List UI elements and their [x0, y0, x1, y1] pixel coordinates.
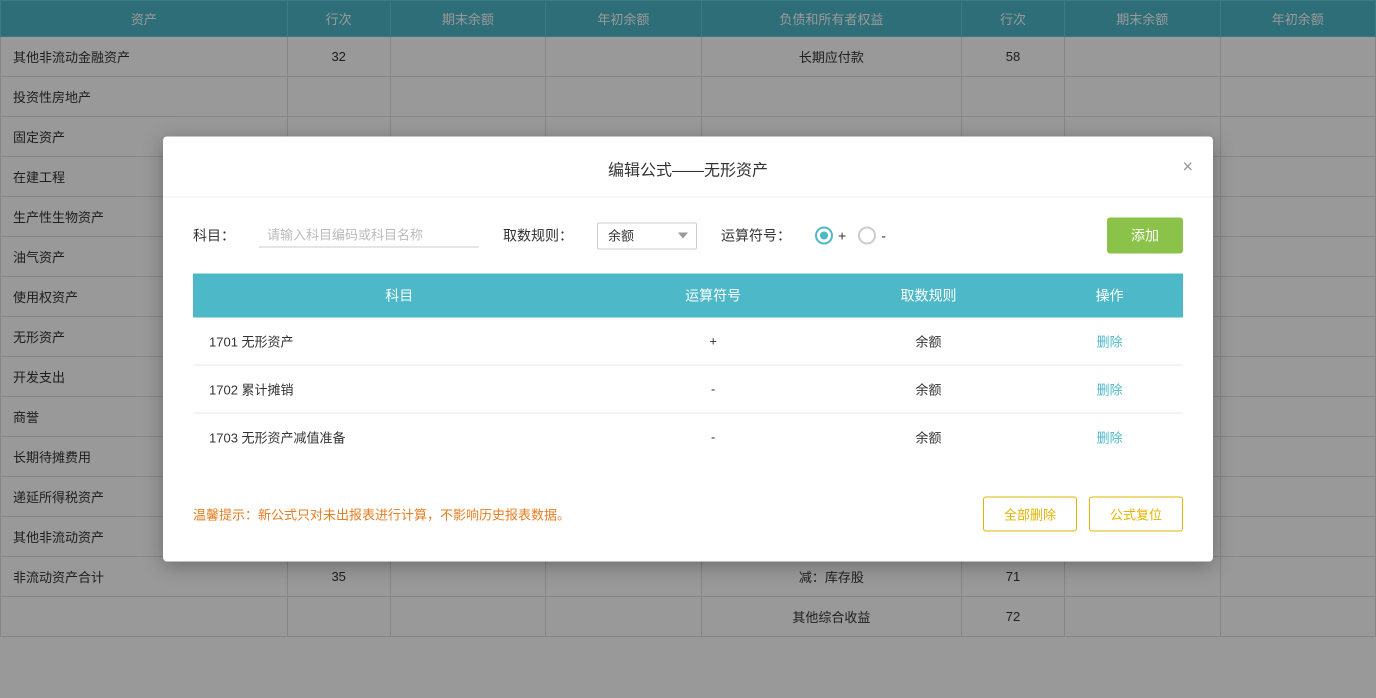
- reset-formula-button[interactable]: 公式复位: [1089, 497, 1183, 532]
- th-subject: 科目: [193, 274, 605, 318]
- formula-subject: 1701 无形资产: [193, 318, 605, 366]
- delete-link[interactable]: 删除: [1097, 431, 1123, 446]
- subject-label: 科目：: [193, 226, 235, 246]
- formula-rule: 余额: [821, 318, 1036, 366]
- operator-plus-radio-circle: [815, 227, 833, 245]
- formula-operator: +: [605, 318, 820, 366]
- formula-table-header-row: 科目 运算符号 取数规则 操作: [193, 274, 1183, 318]
- operator-minus-label: -: [881, 228, 886, 244]
- operator-minus-radio-circle: [858, 227, 876, 245]
- rule-label: 取数规则：: [503, 226, 573, 246]
- formula-table-wrap: 科目 运算符号 取数规则 操作 1701 无形资产 + 余额 删除 1702 累…: [163, 274, 1213, 461]
- footer-hint: 温馨提示：新公式只对未出报表进行计算，不影响历史报表数据。: [193, 505, 570, 524]
- footer-buttons: 全部删除 公式复位: [983, 497, 1183, 532]
- formula-operator: -: [605, 413, 820, 461]
- formula-table-row: 1701 无形资产 + 余额 删除: [193, 318, 1183, 366]
- modal-title: 编辑公式——无形资产: [608, 157, 768, 181]
- operator-plus-label: +: [838, 228, 846, 244]
- modal-close-button[interactable]: ×: [1182, 158, 1193, 176]
- modal-header: 编辑公式——无形资产 ×: [163, 137, 1213, 198]
- operator-minus-radio[interactable]: -: [858, 227, 886, 245]
- rule-select[interactable]: 余额借方贷方借方累计贷方累计: [597, 222, 697, 249]
- formula-action[interactable]: 删除: [1036, 365, 1183, 413]
- formula-table-row: 1703 无形资产减值准备 - 余额 删除: [193, 413, 1183, 461]
- formula-form-row: 科目： 取数规则： 余额借方贷方借方累计贷方累计 运算符号： + - 添加: [163, 198, 1213, 274]
- th-rule: 取数规则: [821, 274, 1036, 318]
- formula-operator: -: [605, 365, 820, 413]
- formula-rule: 余额: [821, 365, 1036, 413]
- formula-action[interactable]: 删除: [1036, 413, 1183, 461]
- operator-radio-group: + -: [815, 227, 886, 245]
- formula-table-row: 1702 累计摊销 - 余额 删除: [193, 365, 1183, 413]
- formula-action[interactable]: 删除: [1036, 318, 1183, 366]
- operator-label: 运算符号：: [721, 226, 791, 246]
- add-button[interactable]: 添加: [1107, 218, 1183, 254]
- formula-rule: 余额: [821, 413, 1036, 461]
- operator-plus-radio[interactable]: +: [815, 227, 846, 245]
- formula-subject: 1702 累计摊销: [193, 365, 605, 413]
- formula-subject: 1703 无形资产减值准备: [193, 413, 605, 461]
- modal-footer: 温馨提示：新公式只对未出报表进行计算，不影响历史报表数据。 全部删除 公式复位: [163, 481, 1213, 532]
- edit-formula-modal: 编辑公式——无形资产 × 科目： 取数规则： 余额借方贷方借方累计贷方累计 运算…: [163, 137, 1213, 562]
- formula-table: 科目 运算符号 取数规则 操作 1701 无形资产 + 余额 删除 1702 累…: [193, 274, 1183, 461]
- subject-input[interactable]: [259, 224, 479, 248]
- delete-all-button[interactable]: 全部删除: [983, 497, 1077, 532]
- th-operator: 运算符号: [605, 274, 820, 318]
- delete-link[interactable]: 删除: [1097, 335, 1123, 350]
- delete-link[interactable]: 删除: [1097, 383, 1123, 398]
- th-action: 操作: [1036, 274, 1183, 318]
